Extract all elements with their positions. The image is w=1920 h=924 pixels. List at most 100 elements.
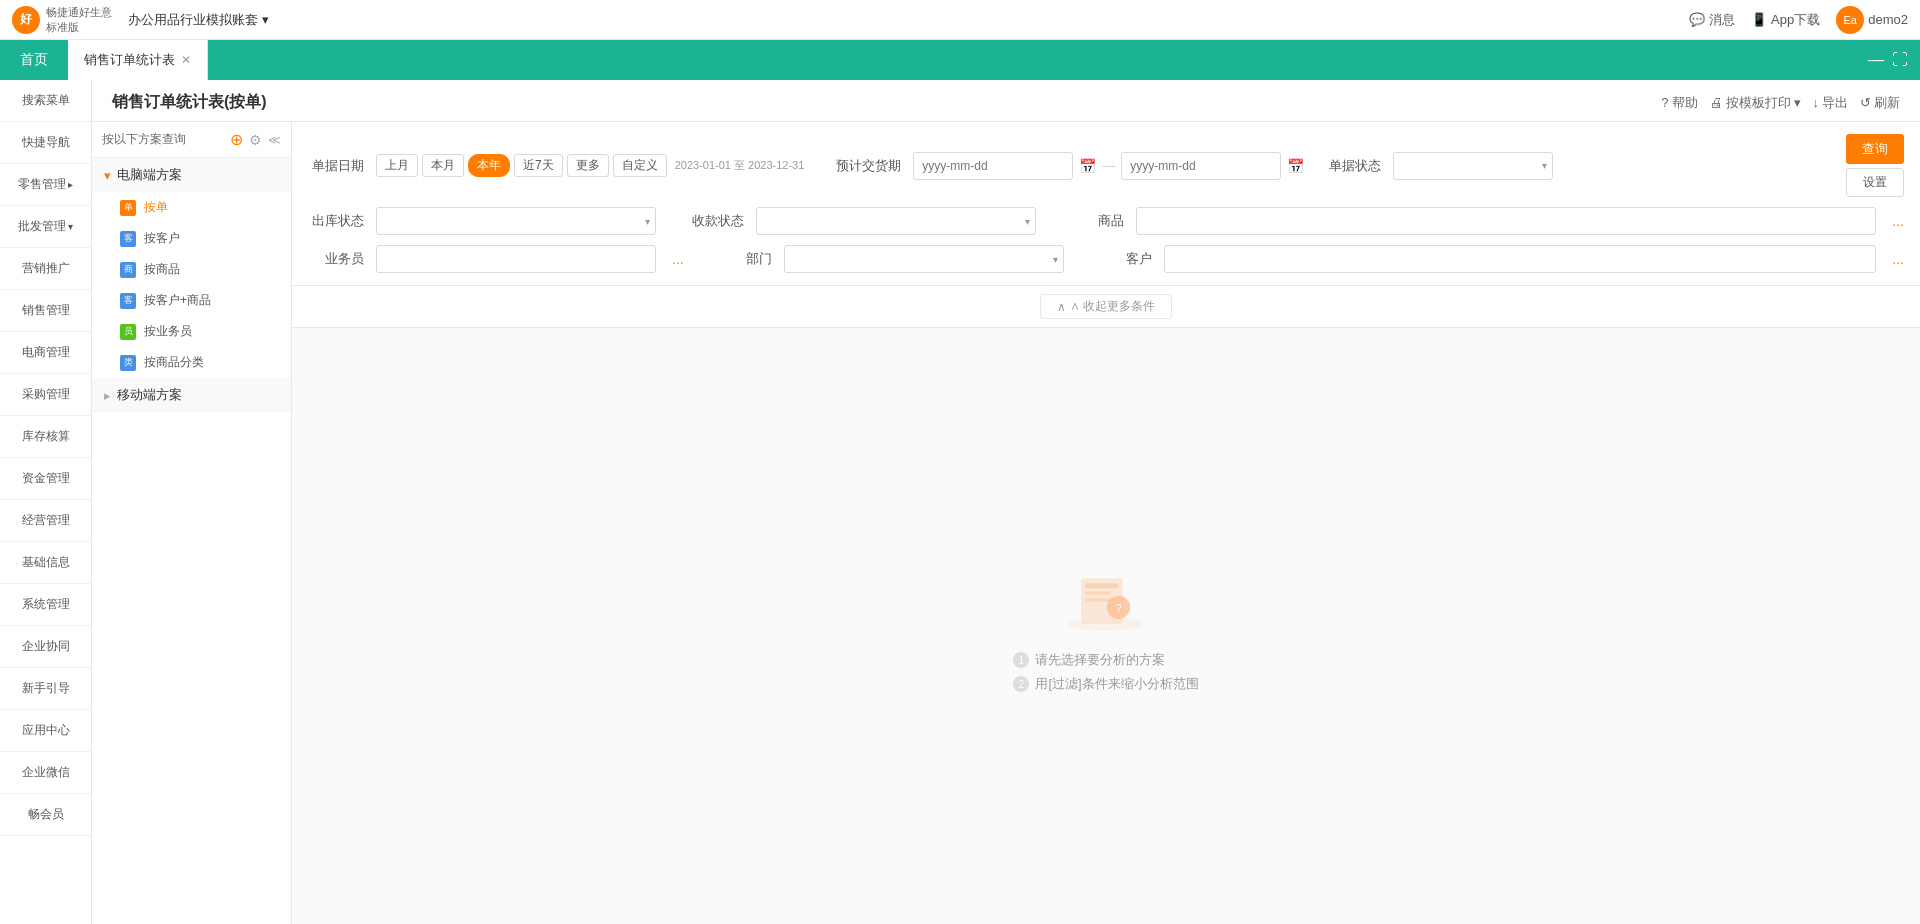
goods-input[interactable] [1136,207,1876,235]
filter-date-buttons: 上月 本月 本年 近7天 更多 自定义 2023-01-01 至 2023-12… [376,154,804,177]
empty-state: ? 1 请先选择要分析的方案 2 用[过滤]条件来缩小分析范围 [1013,559,1198,693]
sidebar: 搜索菜单 快捷导航 零售管理 ▸ 批发管理 ▾ 营销推广 销售管理 电商管理 采… [0,80,92,924]
refresh-icon: ↺ [1860,95,1871,110]
filter-row-2: 出库状态 收款状态 商品 [308,207,1904,235]
export-button[interactable]: ↓ 导出 [1813,94,1849,112]
expected-date-label: 预计交货期 [836,157,901,175]
collapse-panel-icon[interactable]: ≪ [268,133,281,147]
edit-scheme-icon[interactable]: ⚙ [249,132,262,148]
left-panel: 按以下方案查询 ⊕ ⚙ ≪ ▾ 电脑端方案 单 按单 [92,122,292,924]
expected-date-end-input[interactable] [1121,152,1281,180]
sidebar-item-basics[interactable]: 基础信息 [0,542,91,584]
logo-area: 好 畅捷通好生意 标准版 [12,5,112,34]
chevron-down-icon: ▾ [68,221,73,232]
scheme-group-mobile-header[interactable]: ▸ 移动端方案 [92,378,291,412]
sidebar-item-sales[interactable]: 销售管理 [0,290,91,332]
salesperson-dots-button[interactable]: ... [672,251,684,267]
goods-label: 商品 [1068,212,1124,230]
maximize-icon[interactable]: ⛶ [1892,51,1908,69]
minimize-icon[interactable]: — [1868,51,1884,69]
empty-hint-2: 2 用[过滤]条件来缩小分析范围 [1013,675,1198,693]
left-panel-icons: ⊕ ⚙ ≪ [230,130,281,149]
tab-sales-order-stats[interactable]: 销售订单统计表 ✕ [68,40,208,80]
sidebar-item-finance[interactable]: 资金管理 [0,458,91,500]
salesperson-input[interactable] [376,245,656,273]
scheme-item-by-order[interactable]: 单 按单 [92,192,291,223]
app-download-button[interactable]: 📱 App下载 [1751,11,1820,29]
sidebar-item-marketing[interactable]: 营销推广 [0,248,91,290]
tab-close-icon[interactable]: ✕ [181,53,191,67]
tab-home[interactable]: 首页 [0,40,68,80]
date-btn-last-7days[interactable]: 近7天 [514,154,563,177]
date-range-text: 2023-01-01 至 2023-12-31 [675,158,805,173]
scheme-item-by-salesperson[interactable]: 员 按业务员 [92,316,291,347]
date-btn-more[interactable]: 更多 [567,154,609,177]
date-btn-this-year[interactable]: 本年 [468,154,510,177]
add-scheme-icon[interactable]: ⊕ [230,130,243,149]
sidebar-item-management[interactable]: 经营管理 [0,500,91,542]
sidebar-item-system[interactable]: 系统管理 [0,584,91,626]
hint-num-2: 2 [1013,676,1029,692]
svg-rect-2 [1085,583,1118,588]
sidebar-item-member[interactable]: 畅会员 [0,794,91,836]
sidebar-item-ecommerce[interactable]: 电商管理 [0,332,91,374]
date-btn-last-month[interactable]: 上月 [376,154,418,177]
message-icon: 💬 [1689,12,1705,27]
department-label: 部门 [716,250,772,268]
scheme-item-by-customer[interactable]: 客 按客户 [92,223,291,254]
delivery-status-wrap [376,207,656,235]
empty-hints: 1 请先选择要分析的方案 2 用[过滤]条件来缩小分析范围 [1013,651,1198,693]
customer-label: 客户 [1096,250,1152,268]
empty-illustration: ? [1056,559,1156,639]
scheme-item-icon: 客 [120,293,136,309]
receipt-status-select[interactable] [756,207,1036,235]
inner-layout: 按以下方案查询 ⊕ ⚙ ≪ ▾ 电脑端方案 单 按单 [92,122,1920,924]
filter-row-1: 单据日期 上月 本月 本年 近7天 更多 自定义 2023-01-01 至 20… [308,134,1904,197]
sidebar-item-retail[interactable]: 零售管理 ▸ [0,164,91,206]
refresh-button[interactable]: ↺ 刷新 [1860,94,1900,112]
scheme-group-pc-header[interactable]: ▾ 电脑端方案 [92,158,291,192]
date-btn-custom[interactable]: 自定义 [613,154,667,177]
message-button[interactable]: 💬 消息 [1689,11,1735,29]
top-bar-right: 💬 消息 📱 App下载 Ea demo2 [1689,6,1908,34]
expected-date-start-input[interactable] [913,152,1073,180]
sidebar-item-wechat[interactable]: 企业微信 [0,752,91,794]
empty-hint-1: 1 请先选择要分析的方案 [1013,651,1198,669]
scheme-item-by-category[interactable]: 类 按商品分类 [92,347,291,378]
scheme-item-by-customer-goods[interactable]: 客 按客户+商品 [92,285,291,316]
collapse-bar[interactable]: ∧ ∧ 收起更多条件 [292,286,1920,328]
sidebar-item-collab[interactable]: 企业协同 [0,626,91,668]
sidebar-item-shortcuts[interactable]: 快捷导航 [0,122,91,164]
print-button[interactable]: 🖨 按模板打印 ▾ [1710,94,1801,112]
date-start-icon[interactable]: 📅 [1079,158,1096,174]
department-select[interactable] [784,245,1064,273]
date-end-icon[interactable]: 📅 [1287,158,1304,174]
help-button[interactable]: ? 帮助 [1661,94,1697,112]
expected-date-field: 📅 — 📅 [913,152,1313,180]
setting-button[interactable]: 设置 [1846,168,1904,197]
sidebar-item-apps[interactable]: 应用中心 [0,710,91,752]
customer-dots-button[interactable]: ... [1892,251,1904,267]
sidebar-item-purchase[interactable]: 采购管理 [0,374,91,416]
svg-rect-3 [1085,592,1110,595]
collapse-button[interactable]: ∧ ∧ 收起更多条件 [1040,294,1172,319]
goods-dots-button[interactable]: ... [1892,213,1904,229]
results-area: ? 1 请先选择要分析的方案 2 用[过滤]条件来缩小分析范围 [292,328,1920,924]
workspace-selector[interactable]: 办公用品行业模拟账套 ▾ [120,9,277,31]
date-btn-this-month[interactable]: 本月 [422,154,464,177]
tab-window-actions: — ⛶ [1868,51,1920,69]
sidebar-item-search[interactable]: 搜索菜单 [0,80,91,122]
status-select-wrap [1393,152,1553,180]
status-select[interactable] [1393,152,1553,180]
sidebar-item-wholesale[interactable]: 批发管理 ▾ [0,206,91,248]
customer-input[interactable] [1164,245,1877,273]
user-avatar[interactable]: Ea demo2 [1836,6,1908,34]
pc-group-expand-icon: ▾ [104,168,111,183]
export-icon: ↓ [1813,95,1820,110]
delivery-status-select[interactable] [376,207,656,235]
sidebar-item-guide[interactable]: 新手引导 [0,668,91,710]
query-button[interactable]: 查询 [1846,134,1904,164]
sidebar-item-inventory[interactable]: 库存核算 [0,416,91,458]
scheme-item-by-goods[interactable]: 商 按商品 [92,254,291,285]
print-icon: 🖨 [1710,95,1723,110]
